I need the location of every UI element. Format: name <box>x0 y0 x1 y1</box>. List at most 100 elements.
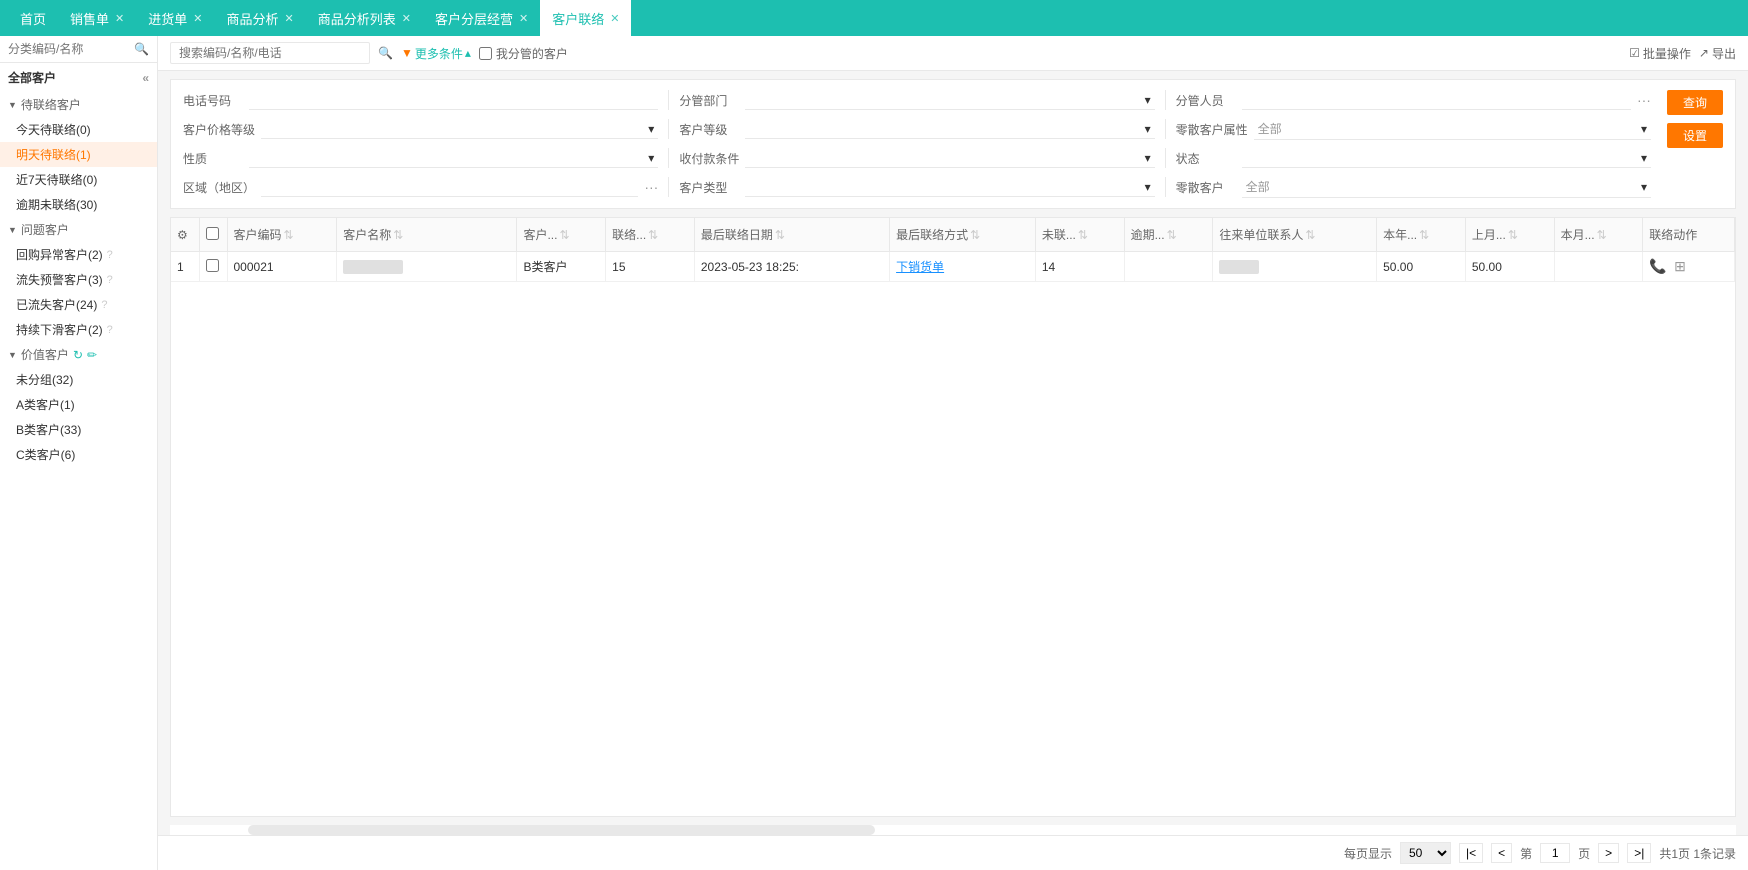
customer-type-select[interactable]: ▾ <box>745 178 1154 197</box>
first-page-btn[interactable]: |< <box>1459 843 1483 863</box>
person-dots-icon[interactable]: ··· <box>1637 92 1651 108</box>
group-value-customers[interactable]: 价值客户 ↻ ✏ <box>0 342 157 367</box>
collapse-icon: « <box>142 71 149 85</box>
scatter-attr-select[interactable]: 全部 ▾ <box>1254 118 1651 140</box>
divider-5 <box>668 148 669 168</box>
sort-last-date-icon: ⇅ <box>775 228 785 242</box>
dept-select[interactable]: ▾ <box>745 91 1154 110</box>
close-customer-tier-icon[interactable]: ✕ <box>519 12 528 25</box>
per-page-select[interactable]: 50 100 200 <box>1400 842 1451 864</box>
scatter-customer-chevron-icon: ▾ <box>1641 180 1647 194</box>
sidebar-search-icon[interactable]: 🔍 <box>134 42 149 56</box>
help-icon-3[interactable]: ? <box>101 299 107 311</box>
nav-product-analysis[interactable]: 商品分析 ✕ <box>214 0 305 36</box>
filter-bar: 🔍 ▼ 更多条件 我分管的客户 ☑ 批量操作 ↗ 导出 <box>158 36 1748 71</box>
horizontal-scrollbar[interactable] <box>170 825 1736 835</box>
status-select[interactable]: ▾ <box>1242 149 1651 168</box>
td-index: 1 <box>171 252 199 282</box>
filter-action-btns: 查询 设置 <box>1667 90 1723 198</box>
sidebar-item-declining[interactable]: 持续下滑客户(2) ? <box>0 317 157 342</box>
sidebar-item-repurchase-anomaly[interactable]: 回购异常客户(2) ? <box>0 242 157 267</box>
batch-op-btn[interactable]: ☑ 批量操作 <box>1629 45 1691 62</box>
sidebar-search-input[interactable] <box>8 42 134 56</box>
close-purchase-icon[interactable]: ✕ <box>193 12 202 25</box>
sidebar-item-churn-warning[interactable]: 流失预警客户(3) ? <box>0 267 157 292</box>
sort-last-method-icon: ⇅ <box>970 228 980 242</box>
sort-this-year-icon: ⇅ <box>1419 228 1429 242</box>
customer-level-select[interactable]: ▾ <box>745 120 1154 139</box>
sidebar-item-ungrouped[interactable]: 未分组(32) <box>0 367 157 392</box>
help-icon-2[interactable]: ? <box>107 274 113 286</box>
status-label: 状态 <box>1176 150 1236 167</box>
my-customers-checkbox[interactable]: 我分管的客户 <box>479 45 568 62</box>
filter-row-2: 客户价格等级 ▾ 客户等级 ▾ <box>183 118 1651 140</box>
nature-label: 性质 <box>183 150 243 167</box>
td-type: B类客户 <box>517 252 606 282</box>
td-overdue <box>1124 252 1213 282</box>
sort-this-month-icon: ⇅ <box>1597 228 1607 242</box>
region-dots-icon[interactable]: ··· <box>644 179 658 195</box>
close-customer-contact-icon[interactable]: ✕ <box>610 12 619 25</box>
refresh-icon[interactable]: ↻ <box>73 348 83 362</box>
grid-action-icon[interactable]: ⊞ <box>1674 258 1686 274</box>
person-input[interactable] <box>1242 91 1631 110</box>
payment-select[interactable]: ▾ <box>745 149 1154 168</box>
search-icon[interactable]: 🔍 <box>378 46 393 60</box>
td-checkbox <box>199 252 227 282</box>
nav-product-list[interactable]: 商品分析列表 ✕ <box>306 0 423 36</box>
close-sales-icon[interactable]: ✕ <box>115 12 124 25</box>
more-conditions-btn[interactable]: ▼ 更多条件 <box>401 45 471 62</box>
total-label: 共1页 1条记录 <box>1659 845 1736 862</box>
query-button[interactable]: 查询 <box>1667 90 1723 115</box>
row-checkbox[interactable] <box>206 259 219 272</box>
customer-type-chevron-icon: ▾ <box>1145 180 1151 194</box>
th-contact-count: 联络...⇅ <box>606 218 695 252</box>
td-last-month: 50.00 <box>1465 252 1554 282</box>
nav-sales[interactable]: 销售单 ✕ <box>58 0 136 36</box>
group-pending-contact[interactable]: 待联络客户 <box>0 92 157 117</box>
nav-customer-tier[interactable]: 客户分层经营 ✕ <box>423 0 540 36</box>
advanced-filter-panel: 电话号码 分管部门 ▾ 分管人员 <box>170 79 1736 209</box>
edit-value-icon[interactable]: ✏ <box>87 348 97 362</box>
scatter-customer-select[interactable]: 全部 ▾ <box>1242 176 1651 198</box>
td-last-method: 下销货单 <box>890 252 1036 282</box>
sidebar-item-today[interactable]: 今天待联络(0) <box>0 117 157 142</box>
group-problem-customers[interactable]: 问题客户 <box>0 217 157 242</box>
export-icon: ↗ <box>1699 46 1709 60</box>
last-page-btn[interactable]: >| <box>1627 843 1651 863</box>
sidebar-item-tomorrow[interactable]: 明天待联络(1) <box>0 142 157 167</box>
nav-purchase[interactable]: 进货单 ✕ <box>136 0 214 36</box>
help-icon-4[interactable]: ? <box>107 324 113 336</box>
sidebar-item-class-c[interactable]: C类客户(6) <box>0 442 157 467</box>
sort-name-icon: ⇅ <box>393 228 403 242</box>
customer-table-container: ⚙ 客户编码⇅ 客户名称⇅ 客户...⇅ 联络...⇅ 最后联络日期⇅ 最后联络… <box>170 217 1736 817</box>
sidebar-item-churned[interactable]: 已流失客户(24) ? <box>0 292 157 317</box>
per-page-label: 每页显示 <box>1344 845 1392 862</box>
nav-home[interactable]: 首页 <box>8 0 58 36</box>
last-method-link[interactable]: 下销货单 <box>896 260 944 274</box>
close-product-list-icon[interactable]: ✕ <box>402 12 411 25</box>
nav-customer-contact[interactable]: 客户联络 ✕ <box>540 0 631 36</box>
close-product-analysis-icon[interactable]: ✕ <box>285 12 294 25</box>
select-all-checkbox[interactable] <box>206 227 219 240</box>
price-level-label: 客户价格等级 <box>183 121 255 138</box>
sidebar-item-7days[interactable]: 近7天待联络(0) <box>0 167 157 192</box>
next-page-btn[interactable]: > <box>1598 843 1619 863</box>
export-btn[interactable]: ↗ 导出 <box>1699 45 1736 62</box>
help-icon-1[interactable]: ? <box>107 249 113 261</box>
filter-customer-type: 客户类型 ▾ <box>679 178 1154 197</box>
nature-select[interactable]: ▾ <box>249 149 658 168</box>
page-input[interactable] <box>1540 843 1570 863</box>
filter-search-input[interactable] <box>170 42 370 64</box>
sidebar-item-class-b[interactable]: B类客户(33) <box>0 417 157 442</box>
prev-page-btn[interactable]: < <box>1491 843 1512 863</box>
region-input[interactable] <box>261 178 638 197</box>
reset-button[interactable]: 设置 <box>1667 123 1723 148</box>
top-nav: 首页 销售单 ✕ 进货单 ✕ 商品分析 ✕ 商品分析列表 ✕ 客户分层经营 ✕ … <box>0 0 1748 36</box>
sidebar-item-overdue[interactable]: 逾期未联络(30) <box>0 192 157 217</box>
all-customers-header[interactable]: 全部客户 « <box>0 63 157 92</box>
phone-input[interactable] <box>249 91 658 110</box>
phone-action-icon[interactable]: 📞 <box>1649 258 1666 274</box>
sidebar-item-class-a[interactable]: A类客户(1) <box>0 392 157 417</box>
price-level-select[interactable]: ▾ <box>261 120 658 139</box>
